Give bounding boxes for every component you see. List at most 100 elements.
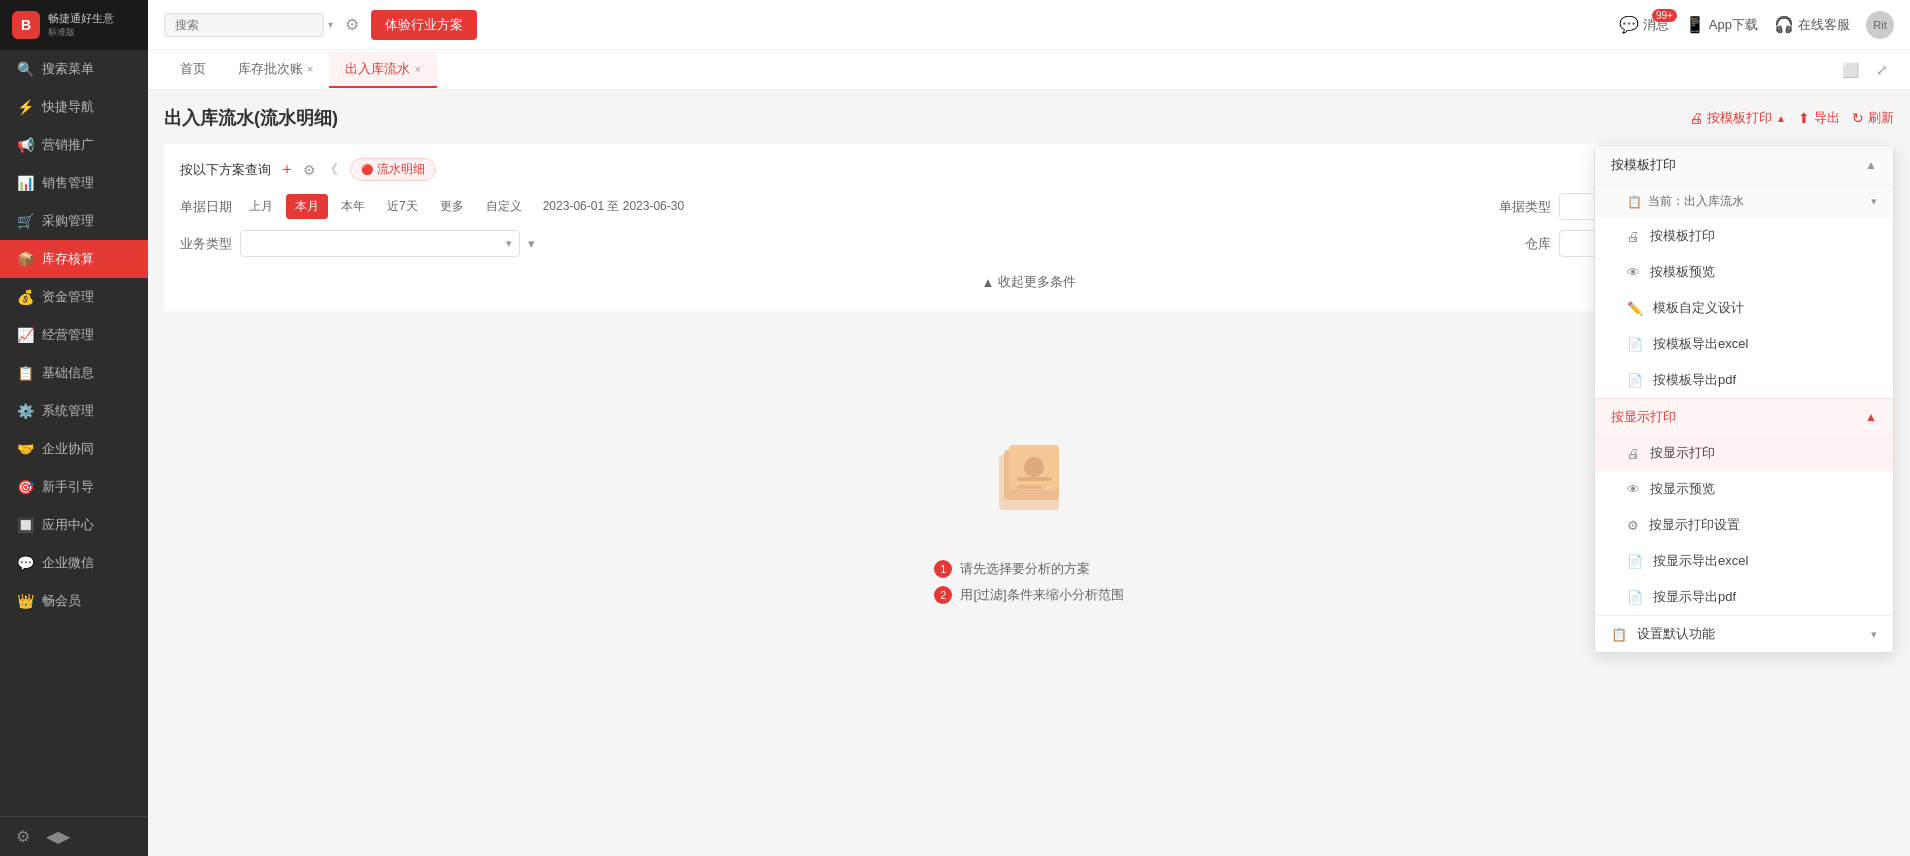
display-excel-icon: 📄 xyxy=(1627,554,1643,569)
date-7days[interactable]: 近7天 xyxy=(378,194,427,219)
sidebar-item-member[interactable]: 👑 畅会员 xyxy=(0,582,148,620)
dropdown-item-template-pdf[interactable]: 📄 按模板导出pdf xyxy=(1595,362,1893,398)
tab-minimize-icon[interactable]: ⬜ xyxy=(1838,58,1862,82)
search-chevron-icon[interactable]: ▾ xyxy=(328,19,333,30)
app-logo: B 畅捷通好生意 标准版 xyxy=(0,0,148,50)
refresh-btn[interactable]: ↻ 刷新 xyxy=(1852,109,1894,127)
filter-add-btn[interactable]: ＋ xyxy=(279,159,295,180)
logo-icon: B xyxy=(12,11,40,39)
dropdown-settings-item[interactable]: 📋 设置默认功能 ▾ xyxy=(1595,615,1893,652)
business-more-btn[interactable]: ▾ xyxy=(528,236,535,251)
filter-collapse-icon[interactable]: 《 xyxy=(324,161,338,179)
messages-badge: 99+ xyxy=(1652,9,1677,22)
dropdown-item-template-print[interactable]: 🖨 按模板打印 xyxy=(1595,218,1893,254)
tabs-bar: 首页 库存批次账 × 出入库流水 × ⬜ ⤢ xyxy=(148,50,1910,90)
date-options: 上月 本月 本年 近7天 更多 自定义 xyxy=(240,194,531,219)
trial-button[interactable]: 体验行业方案 xyxy=(371,10,477,40)
sidebar-item-collab-label: 企业协同 xyxy=(42,440,94,458)
date-this-month[interactable]: 本月 xyxy=(286,194,328,219)
dropdown-item-display-settings[interactable]: ⚙ 按显示打印设置 xyxy=(1595,507,1893,543)
sidebar-item-operation[interactable]: 📈 经营管理 xyxy=(0,316,148,354)
date-more[interactable]: 更多 xyxy=(431,194,473,219)
date-custom[interactable]: 自定义 xyxy=(477,194,531,219)
messages-btn[interactable]: 💬 消息 99+ xyxy=(1619,15,1669,34)
display-settings-icon: ⚙ xyxy=(1627,518,1639,533)
sidebar: B 畅捷通好生意 标准版 🔍 搜索菜单 ⚡ 快捷导航 📢 营销推广 📊 销售管理… xyxy=(0,0,148,856)
tab-flow-close[interactable]: × xyxy=(414,63,420,75)
template-preview-label: 按模板预览 xyxy=(1650,263,1715,281)
online-service-label: 在线客服 xyxy=(1798,16,1850,34)
dropdown-item-display-preview[interactable]: 👁 按显示预览 xyxy=(1595,471,1893,507)
sidebar-item-app-center[interactable]: 🔲 应用中心 xyxy=(0,506,148,544)
dropdown-item-template-preview[interactable]: 👁 按模板预览 xyxy=(1595,254,1893,290)
sidebar-item-wechat[interactable]: 💬 企业微信 xyxy=(0,544,148,582)
dropdown-close-icon[interactable]: ▲ xyxy=(1865,158,1877,172)
tab-batch-label: 库存批次账 xyxy=(238,60,303,78)
gear-icon[interactable]: ⚙ xyxy=(345,15,359,34)
search-input[interactable] xyxy=(164,13,324,37)
dropdown-item-display-print[interactable]: 🖨 按显示打印 xyxy=(1595,435,1893,471)
export-icon: ⬆ xyxy=(1798,110,1810,126)
display-excel-label: 按显示导出excel xyxy=(1653,552,1748,570)
avatar[interactable]: Rit xyxy=(1866,11,1894,39)
sidebar-item-marketing[interactable]: 📢 营销推广 xyxy=(0,126,148,164)
dropdown-item-display-pdf[interactable]: 📄 按显示导出pdf xyxy=(1595,579,1893,615)
sidebar-item-sales[interactable]: 📊 销售管理 xyxy=(0,164,148,202)
print-dropdown-panel: 按模板打印 ▲ 📋 当前：出入库流水 ▾ 🖨 按模板打印 👁 按模板预览 ✏️ … xyxy=(1594,145,1894,653)
app-download-btn[interactable]: 📱 App下载 xyxy=(1685,15,1758,34)
dropdown-item-template-design[interactable]: ✏️ 模板自定义设计 xyxy=(1595,290,1893,326)
tab-home[interactable]: 首页 xyxy=(164,52,222,88)
sidebar-item-search[interactable]: 🔍 搜索菜单 xyxy=(0,50,148,88)
print-chevron-icon: ▲ xyxy=(1776,113,1786,124)
display-print-section-label: 按显示打印 xyxy=(1611,408,1676,426)
tab-expand-icon[interactable]: ⤢ xyxy=(1870,58,1894,82)
purchase-icon: 🛒 xyxy=(16,212,34,230)
display-preview-icon: 👁 xyxy=(1627,482,1640,497)
dropdown-item-display-excel[interactable]: 📄 按显示导出excel xyxy=(1595,543,1893,579)
sidebar-item-guide[interactable]: 🎯 新手引导 xyxy=(0,468,148,506)
empty-hint-1: 1 请先选择要分析的方案 xyxy=(934,560,1123,578)
sidebar-item-inventory[interactable]: 📦 库存核算 xyxy=(0,240,148,278)
refresh-icon: ↻ xyxy=(1852,110,1864,126)
online-service-btn[interactable]: 🎧 在线客服 xyxy=(1774,15,1850,34)
sidebar-item-basic-label: 基础信息 xyxy=(42,364,94,382)
current-label: 当前：出入库流水 xyxy=(1648,193,1744,210)
date-range-text: 2023-06-01 至 2023-06-30 xyxy=(543,198,684,215)
export-btn[interactable]: ⬆ 导出 xyxy=(1798,109,1840,127)
sidebar-item-finance-label: 资金管理 xyxy=(42,288,94,306)
filter-setting-icon[interactable]: ⚙ xyxy=(303,162,316,178)
date-last-month[interactable]: 上月 xyxy=(240,194,282,219)
filter-tag-item[interactable]: 🔴 流水明细 xyxy=(350,158,436,181)
dropdown-title: 按模板打印 xyxy=(1611,156,1676,174)
tab-flow-label: 出入库流水 xyxy=(345,60,410,78)
sidebar-item-collab[interactable]: 🤝 企业协同 xyxy=(0,430,148,468)
filter-label: 按以下方案查询 xyxy=(180,161,271,179)
display-print-section[interactable]: 按显示打印 ▲ xyxy=(1595,398,1893,435)
print-template-btn[interactable]: 🖨 按模板打印 ▲ xyxy=(1689,109,1786,127)
type-field-label: 单据类型 xyxy=(1499,198,1551,216)
settings-icon[interactable]: ⚙ xyxy=(16,827,30,846)
collab-icon: 🤝 xyxy=(16,440,34,458)
print-icon: 🖨 xyxy=(1689,110,1703,126)
dropdown-item-template-excel[interactable]: 📄 按模板导出excel xyxy=(1595,326,1893,362)
sidebar-item-finance[interactable]: 💰 资金管理 xyxy=(0,278,148,316)
current-arrow-icon[interactable]: ▾ xyxy=(1871,195,1877,208)
sidebar-item-quick-nav[interactable]: ⚡ 快捷导航 xyxy=(0,88,148,126)
template-pdf-icon: 📄 xyxy=(1627,373,1643,388)
sidebar-item-system[interactable]: ⚙️ 系统管理 xyxy=(0,392,148,430)
date-this-year[interactable]: 本年 xyxy=(332,194,374,219)
template-design-label: 模板自定义设计 xyxy=(1653,299,1744,317)
sidebar-item-purchase[interactable]: 🛒 采购管理 xyxy=(0,202,148,240)
tab-flow[interactable]: 出入库流水 × xyxy=(329,52,436,88)
sidebar-item-sales-label: 销售管理 xyxy=(42,174,94,192)
business-select-wrap xyxy=(240,230,520,257)
tab-batch-close[interactable]: × xyxy=(307,63,313,75)
app-center-icon: 🔲 xyxy=(16,516,34,534)
collapse-icon[interactable]: ◀▶ xyxy=(46,827,70,846)
tab-batch-account[interactable]: 库存批次账 × xyxy=(222,52,329,88)
business-select[interactable] xyxy=(240,230,520,257)
filter-tag-row: 🔴 流水明细 xyxy=(350,158,436,181)
sidebar-item-basic[interactable]: 📋 基础信息 xyxy=(0,354,148,392)
basic-icon: 📋 xyxy=(16,364,34,382)
display-pdf-icon: 📄 xyxy=(1627,590,1643,605)
